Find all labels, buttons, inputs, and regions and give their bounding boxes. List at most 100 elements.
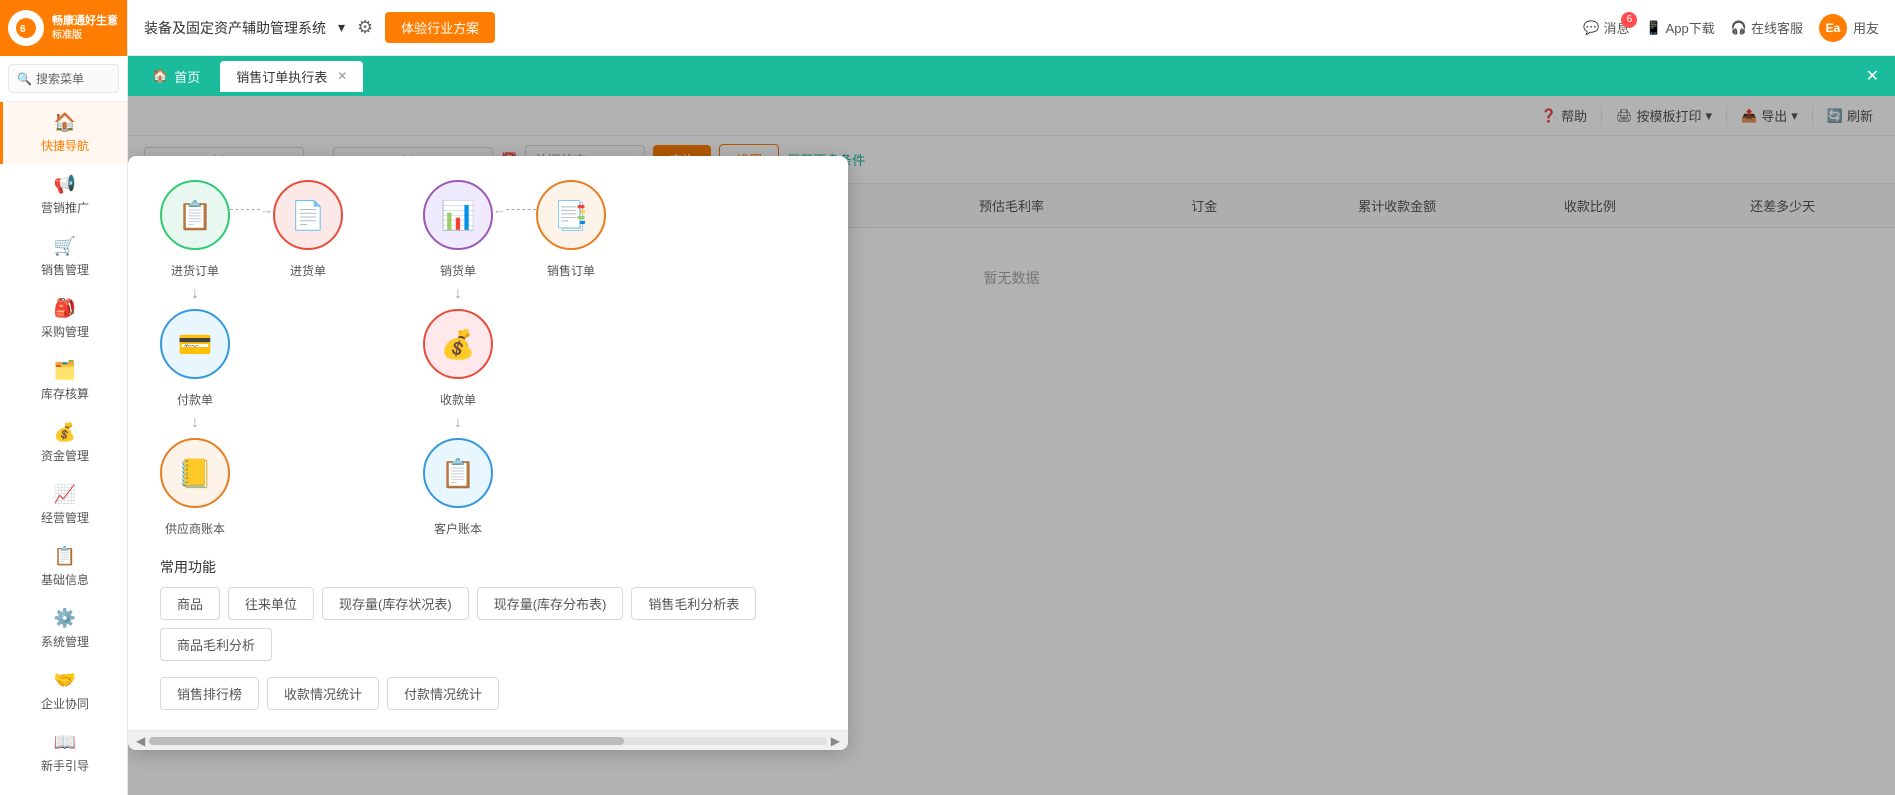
sidebar-item-6[interactable]: 📈经营管理 bbox=[0, 474, 127, 536]
search-menu-label: 搜索菜单 bbox=[36, 70, 84, 87]
supplier-account-node[interactable]: 📒 供应商账本 bbox=[160, 438, 230, 537]
sidebar-item-label-0: 快捷导航 bbox=[41, 137, 89, 154]
receipt-node[interactable]: 💰 收款单 bbox=[423, 309, 493, 408]
sidebar-item-0[interactable]: 🏠快捷导航 bbox=[0, 102, 127, 164]
sidebar-item-1[interactable]: 📢 营销推广 bbox=[0, 164, 127, 226]
trial-button[interactable]: 体验行业方案 bbox=[385, 12, 495, 43]
common-btn-8[interactable]: 付款情况统计 bbox=[387, 677, 499, 710]
sidebar-item-label-1: 营销推广 bbox=[41, 199, 89, 216]
scroll-left-btn[interactable]: ◀ bbox=[132, 734, 149, 748]
sidebar-logo: 6 畅康通好生意 标准版 bbox=[0, 0, 127, 56]
app-download-action[interactable]: 📱 App下载 bbox=[1645, 18, 1714, 37]
purchase-order-circle[interactable]: 📋 bbox=[160, 180, 230, 250]
online-service-label: 在线客服 bbox=[1751, 18, 1803, 37]
common-btn-3[interactable]: 现存量(库存分布表) bbox=[477, 587, 624, 620]
sidebar-item-2[interactable]: 🛒 销售管理 bbox=[0, 226, 127, 288]
user-area[interactable]: Ea 用友 bbox=[1819, 14, 1879, 42]
purchase-order-node[interactable]: 📋 进货订单 bbox=[160, 180, 230, 279]
settings-icon[interactable]: ⚙ bbox=[357, 17, 373, 38]
logo-sub: 标准版 bbox=[52, 29, 118, 42]
sidebar-item-8[interactable]: ⚙️ 系统管理 bbox=[0, 598, 127, 660]
sales-order-icon: 📑 bbox=[554, 199, 589, 232]
sidebar-item-4[interactable]: 🗂️库存核算 bbox=[0, 350, 127, 412]
sidebar-item-icon-10: 📖 bbox=[54, 732, 76, 753]
supplier-account-label: 供应商账本 bbox=[165, 520, 225, 537]
sidebar-item-5[interactable]: 💰 资金管理 bbox=[0, 412, 127, 474]
sidebar-item-icon-5: 💰 bbox=[54, 422, 76, 443]
common-btn-7[interactable]: 收款情况统计 bbox=[267, 677, 379, 710]
sidebar-item-icon-3: 🎒 bbox=[54, 298, 76, 319]
system-dropdown[interactable]: ▾ bbox=[338, 19, 345, 36]
download-icon: 📱 bbox=[1645, 20, 1661, 36]
purchase-bill-node[interactable]: 📄 进货单 bbox=[273, 180, 343, 279]
quicknav-modal: 📋 进货订单 ↓ 💳 付款单 bbox=[128, 156, 848, 750]
sidebar-item-7[interactable]: 📋基础信息 bbox=[0, 536, 127, 598]
scroll-right-btn[interactable]: ▶ bbox=[827, 734, 844, 748]
avatar: Ea bbox=[1819, 14, 1847, 42]
tab-bar-close-icon[interactable]: ✕ bbox=[1858, 62, 1887, 90]
message-action[interactable]: 💬 6 消息 bbox=[1583, 18, 1629, 37]
payment-node[interactable]: 💳 付款单 bbox=[160, 309, 230, 408]
payment-circle[interactable]: 💳 bbox=[160, 309, 230, 379]
scroll-bar[interactable]: ◀ ▶ bbox=[128, 730, 848, 750]
logo-text: 畅康通好生意 bbox=[52, 14, 118, 28]
service-icon: 🎧 bbox=[1731, 20, 1747, 36]
receipt-icon: 💰 bbox=[441, 328, 476, 361]
common-btn-0[interactable]: 商品 bbox=[160, 587, 220, 620]
sidebar-item-icon-6: 📈 bbox=[54, 484, 76, 505]
arrow-down-4: ↓ bbox=[454, 408, 462, 438]
sidebar-item-icon-2: 🛒 bbox=[54, 236, 76, 257]
tab-home[interactable]: 🏠 首页 bbox=[136, 61, 216, 92]
svg-text:6: 6 bbox=[20, 24, 26, 35]
sidebar-item-icon-1: 📢 bbox=[54, 174, 76, 195]
receipt-circle[interactable]: 💰 bbox=[423, 309, 493, 379]
sidebar-item-label-5: 资金管理 bbox=[41, 447, 89, 464]
common-btn-5[interactable]: 商品毛利分析 bbox=[160, 628, 272, 661]
sales-order-circle[interactable]: 📑 bbox=[536, 180, 606, 250]
sidebar-item-icon-7: 📋 bbox=[54, 546, 76, 567]
online-service-action[interactable]: 🎧 在线客服 bbox=[1731, 18, 1803, 37]
sidebar-item-label-3: 采购管理 bbox=[41, 323, 89, 340]
topbar-actions: 💬 6 消息 📱 App下载 🎧 在线客服 Ea 用友 bbox=[1583, 14, 1879, 42]
sidebar-item-icon-8: ⚙️ bbox=[54, 608, 76, 629]
sales-order-node[interactable]: 📑 销售订单 bbox=[536, 180, 606, 279]
common-btn-6[interactable]: 销售排行榜 bbox=[160, 677, 259, 710]
message-icon: 💬 bbox=[1583, 20, 1599, 36]
common-title: 常用功能 bbox=[160, 557, 816, 577]
sidebar: 6 畅康通好生意 标准版 🔍 搜索菜单 🏠快捷导航 📢 营销推广 🛒 销售管理 🎒 采购管理… bbox=[0, 0, 128, 795]
sidebar-item-3[interactable]: 🎒 采购管理 bbox=[0, 288, 127, 350]
customer-account-icon: 📋 bbox=[441, 457, 476, 490]
tab-close-icon[interactable]: ✕ bbox=[337, 69, 347, 83]
purchase-bill-circle[interactable]: 📄 bbox=[273, 180, 343, 250]
sales-bill-node[interactable]: 📊 销货单 bbox=[423, 180, 493, 279]
payment-icon: 💳 bbox=[178, 328, 213, 361]
payment-label: 付款单 bbox=[177, 391, 213, 408]
sidebar-item-9[interactable]: 🤝 企业协同 bbox=[0, 660, 127, 722]
sidebar-item-label-8: 系统管理 bbox=[41, 633, 89, 650]
sales-bill-icon: 📊 bbox=[441, 199, 476, 232]
scroll-thumb bbox=[149, 737, 623, 745]
common-btn-4[interactable]: 销售毛利分析表 bbox=[631, 587, 756, 620]
common-btn-2[interactable]: 现存量(库存状况表) bbox=[322, 587, 469, 620]
common-buttons-row: 商品往来单位现存量(库存状况表)现存量(库存分布表)销售毛利分析表商品毛利分析销… bbox=[160, 587, 816, 710]
sidebar-item-icon-9: 🤝 bbox=[54, 670, 76, 691]
purchase-order-label: 进货订单 bbox=[171, 262, 219, 279]
system-title: 装备及固定资产辅助管理系统 bbox=[144, 18, 326, 38]
sidebar-item-label-4: 库存核算 bbox=[41, 385, 89, 402]
customer-account-node[interactable]: 📋 客户账本 bbox=[423, 438, 493, 537]
sales-bill-circle[interactable]: 📊 bbox=[423, 180, 493, 250]
tab-sales-order-execution[interactable]: 销售订单执行表 ✕ bbox=[220, 61, 363, 92]
common-btn-1[interactable]: 往来单位 bbox=[228, 587, 314, 620]
message-badge: 6 bbox=[1621, 12, 1637, 28]
modal-overlay[interactable]: 📋 进货订单 ↓ 💳 付款单 bbox=[128, 96, 1895, 795]
sidebar-item-10[interactable]: 📖新手引导 bbox=[0, 722, 127, 784]
arrow-down-2: ↓ bbox=[454, 279, 462, 309]
search-menu-button[interactable]: 🔍 搜索菜单 bbox=[8, 64, 119, 93]
search-icon: 🔍 bbox=[17, 72, 32, 86]
sales-bill-label: 销货单 bbox=[440, 262, 476, 279]
sales-order-label: 销售订单 bbox=[547, 262, 595, 279]
supplier-account-circle[interactable]: 📒 bbox=[160, 438, 230, 508]
sidebar-item-label-9: 企业协同 bbox=[41, 695, 89, 712]
customer-account-circle[interactable]: 📋 bbox=[423, 438, 493, 508]
sidebar-item-label-2: 销售管理 bbox=[41, 261, 89, 278]
